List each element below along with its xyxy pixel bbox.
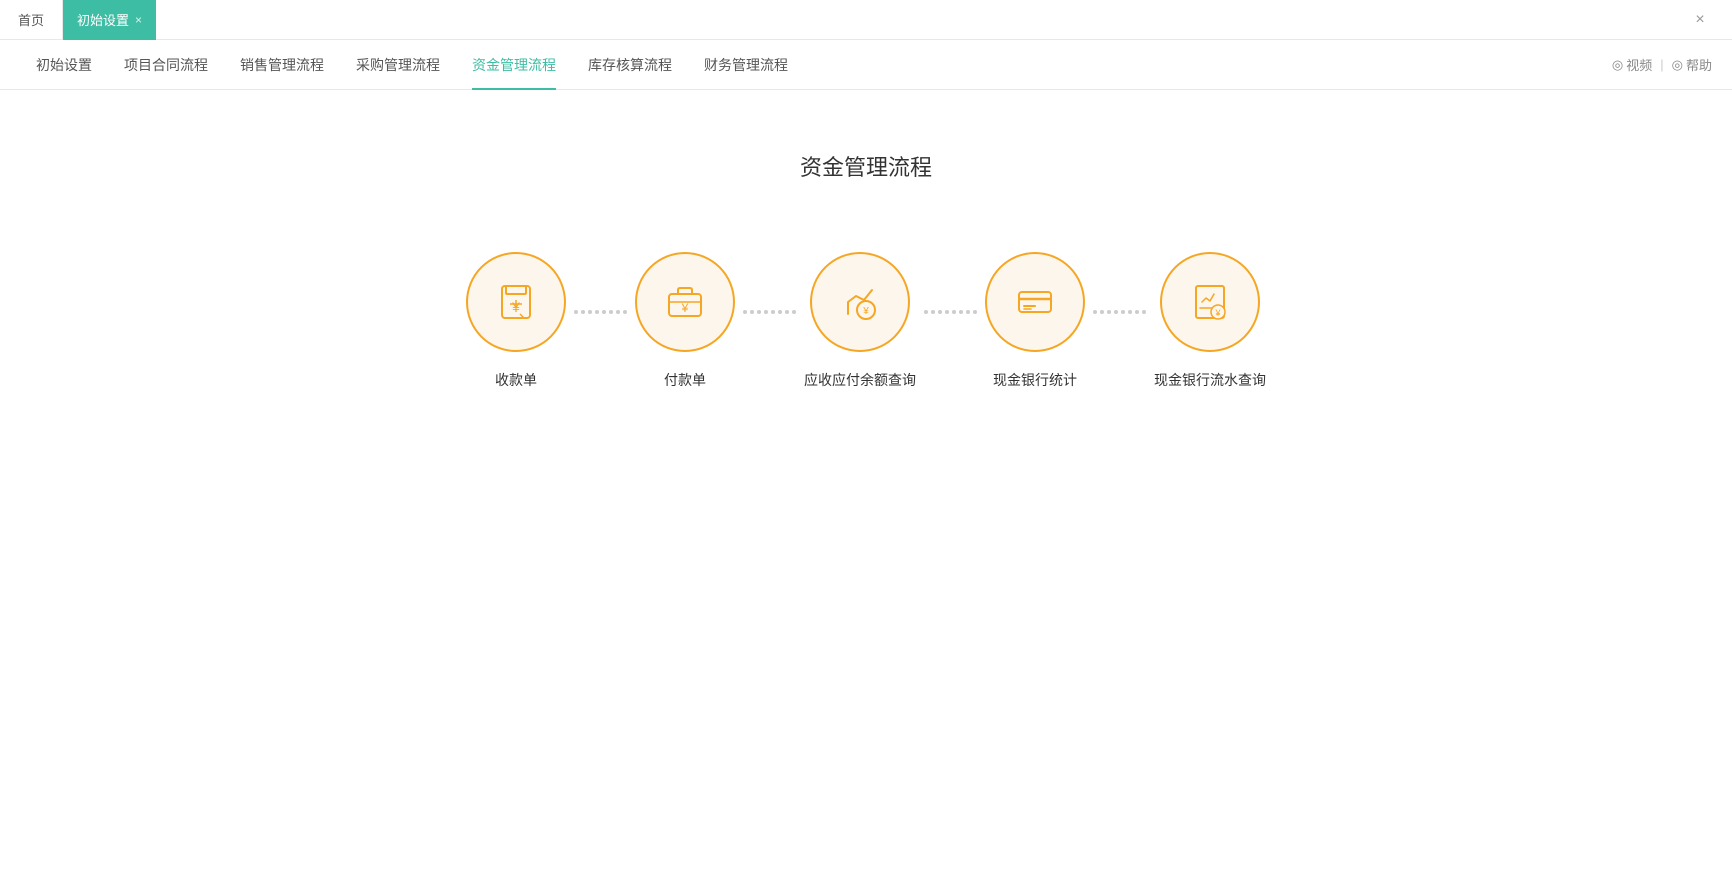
nav-item-finance[interactable]: 财务管理流程 [688, 40, 804, 90]
top-bar: 首页 初始设置 × × [0, 0, 1732, 40]
main-content: 资金管理流程 ¥ 收款单 [0, 90, 1732, 885]
help-icon: ◎ [1672, 57, 1683, 73]
flow-item-bank-stats[interactable]: 现金银行统计 [985, 252, 1085, 390]
flow-label-balance: 应收应付余额查询 [804, 370, 916, 390]
connector-1 [574, 310, 627, 314]
flow-label-bank-stats: 现金银行统计 [993, 370, 1077, 390]
nav-bar: 初始设置 项目合同流程 销售管理流程 采购管理流程 资金管理流程 库存核算流程 … [0, 40, 1732, 90]
nav-item-inventory[interactable]: 库存核算流程 [572, 40, 688, 90]
page-title: 资金管理流程 [800, 150, 932, 182]
flow-circle-payment: ¥ [635, 252, 735, 352]
flow-container: ¥ 收款单 [466, 252, 1266, 390]
flow-label-receipt: 收款单 [495, 370, 537, 390]
nav-item-initial[interactable]: 初始设置 [20, 40, 108, 90]
help-link[interactable]: ◎ 帮助 [1672, 55, 1712, 74]
nav-item-project[interactable]: 项目合同流程 [108, 40, 224, 90]
connector-3 [924, 310, 977, 314]
nav-separator: | [1660, 57, 1663, 72]
svg-text:¥: ¥ [681, 301, 689, 315]
flow-circle-bank-stats [985, 252, 1085, 352]
play-icon: ◎ [1612, 57, 1623, 73]
svg-text:¥: ¥ [1214, 308, 1221, 318]
flow-label-payment: 付款单 [664, 370, 706, 390]
flow-item-balance[interactable]: ¥ 应收应付余额查询 [804, 252, 916, 390]
home-tab[interactable]: 首页 [0, 0, 63, 40]
nav-item-purchase[interactable]: 采购管理流程 [340, 40, 456, 90]
flow-label-bank-flow: 现金银行流水查询 [1154, 370, 1266, 390]
active-tab[interactable]: 初始设置 × [63, 0, 156, 40]
window-close-button[interactable]: × [1684, 4, 1716, 36]
video-link[interactable]: ◎ 视频 [1612, 55, 1652, 74]
svg-text:¥: ¥ [862, 306, 869, 317]
flow-item-receipt[interactable]: ¥ 收款单 [466, 252, 566, 390]
connector-4 [1093, 310, 1146, 314]
flow-circle-balance: ¥ [810, 252, 910, 352]
connector-2 [743, 310, 796, 314]
nav-right: ◎ 视频 | ◎ 帮助 [1612, 55, 1712, 74]
flow-circle-receipt: ¥ [466, 252, 566, 352]
nav-item-capital[interactable]: 资金管理流程 [456, 40, 572, 90]
flow-item-bank-flow[interactable]: ¥ 现金银行流水查询 [1154, 252, 1266, 390]
topbar-right: × [1684, 4, 1732, 36]
tab-close-icon[interactable]: × [135, 13, 142, 27]
flow-circle-bank-flow: ¥ [1160, 252, 1260, 352]
flow-item-payment[interactable]: ¥ 付款单 [635, 252, 735, 390]
nav-item-sales[interactable]: 销售管理流程 [224, 40, 340, 90]
